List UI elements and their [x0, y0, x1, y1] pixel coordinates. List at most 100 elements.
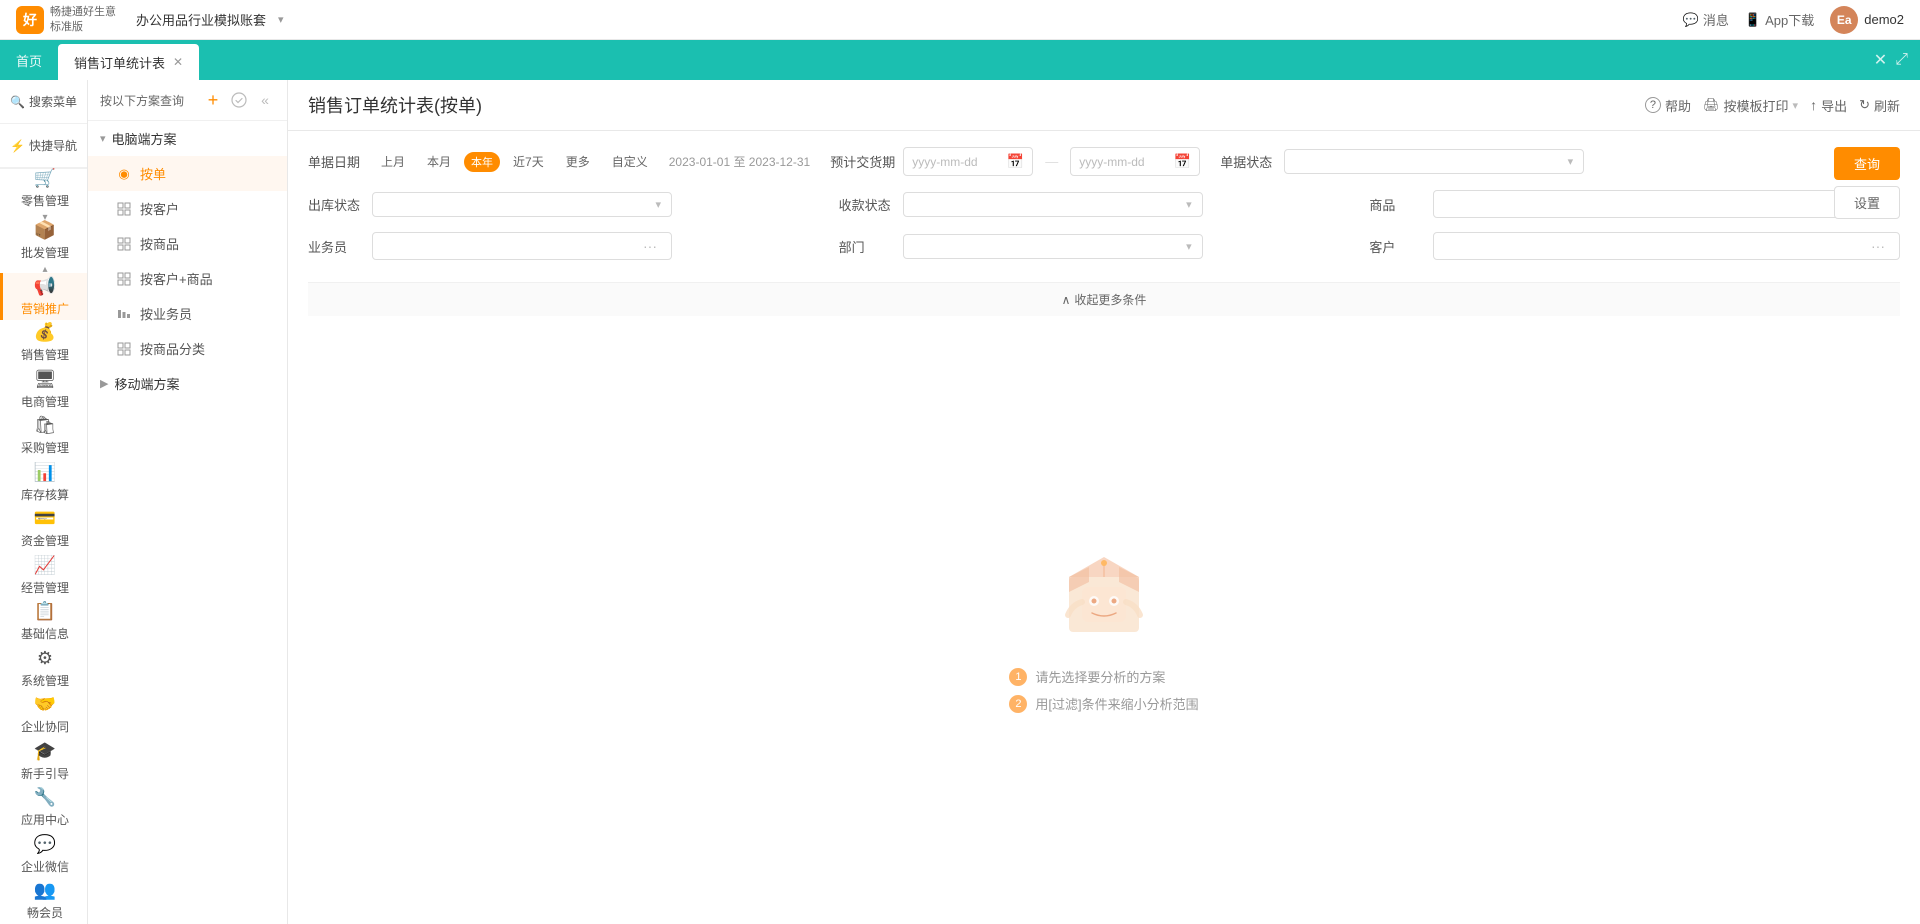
sidebar-item-sales[interactable]: 💰 销售管理 — [0, 320, 87, 367]
department-select[interactable]: ▾ — [903, 234, 1203, 259]
date-btn-this-year[interactable]: 本年 — [464, 152, 500, 172]
goods-input[interactable]: ··· — [1433, 190, 1900, 218]
salesperson-more-icon[interactable]: ··· — [639, 238, 661, 254]
delivery-date-label: 预计交货期 — [830, 152, 895, 171]
tab-expand-icon[interactable]: ⤢ — [1895, 51, 1908, 69]
system-icon: ⚙ — [37, 648, 53, 669]
scheme-item-by-goods[interactable]: 按商品 — [88, 226, 287, 261]
sidebar-item-inventory[interactable]: 📊 库存核算 — [0, 459, 87, 506]
empty-state: 1 请先选择要分析的方案 2 用[过滤]条件来缩小分析范围 — [288, 316, 1920, 924]
finance-icon: 💳 — [34, 508, 56, 529]
sidebar-item-quick-nav[interactable]: ⚡ 快捷导航 — [0, 124, 87, 168]
page-header-actions: ? 帮助 🖨 按模板打印 ▾ ↑ 导出 ↻ — [1645, 96, 1900, 115]
app-download-button[interactable]: 📱 App下载 — [1745, 10, 1814, 29]
query-button[interactable]: 查询 — [1834, 147, 1900, 180]
scheme-group-desktop-header[interactable]: ▾ 电脑端方案 — [88, 121, 287, 156]
export-button[interactable]: ↑ 导出 — [1810, 96, 1847, 115]
collapse-bar[interactable]: ∧ 收起更多条件 — [308, 282, 1900, 316]
print-dropdown-icon[interactable]: ▾ — [1793, 99, 1799, 112]
doc-status-label: 单据状态 — [1220, 152, 1276, 171]
retail-icon: 🛒 — [34, 168, 56, 189]
filter-rows: 单据日期 上月 本月 本年 近7天 更多 自定义 2023-01-01 至 20… — [308, 147, 1900, 282]
filter-doc-status-group: 单据状态 ▾ — [1220, 149, 1900, 174]
scheme-by-customer-goods-icon — [116, 271, 132, 287]
scheme-item-by-customer[interactable]: 按客户 — [88, 191, 287, 226]
date-btn-last-month[interactable]: 上月 — [372, 149, 414, 174]
date-btn-this-month[interactable]: 本月 — [418, 149, 460, 174]
main-layout: 🔍 搜索菜单 ⚡ 快捷导航 🛒 零售管理 ▾ 📦 批发管理 ▴ 📢 营销推广 💰… — [0, 80, 1920, 924]
sidebar-item-system[interactable]: ⚙ 系统管理 — [0, 645, 87, 692]
collapse-panel-button[interactable]: « — [255, 90, 275, 110]
inventory-icon: 📊 — [34, 462, 56, 483]
sidebar-item-member[interactable]: 👥 畅会员 — [0, 878, 87, 924]
basic-info-icon: 📋 — [34, 601, 56, 622]
scheme-item-by-order[interactable]: ◉ 按单 — [88, 156, 287, 191]
scheme-item-by-salesperson[interactable]: 按业务员 — [88, 296, 287, 331]
date-btn-custom[interactable]: 自定义 — [603, 149, 657, 174]
payment-status-label: 收款状态 — [839, 195, 895, 214]
filter-goods-group: 商品 ··· — [1369, 190, 1900, 218]
tab-sales-order-stats[interactable]: 销售订单统计表 ✕ — [58, 44, 199, 80]
customer-more-icon[interactable]: ··· — [1867, 238, 1889, 254]
calendar-end-icon[interactable]: 📅 — [1174, 153, 1191, 170]
scheme-item-by-goods-category[interactable]: 按商品分类 — [88, 331, 287, 366]
scheme-group-desktop: ▾ 电脑端方案 ◉ 按单 按客户 — [88, 121, 287, 366]
refresh-button[interactable]: ↻ 刷新 — [1859, 96, 1900, 115]
member-icon: 👥 — [34, 880, 56, 901]
message-button[interactable]: 💬 消息 — [1683, 10, 1729, 29]
newbie-icon: 🎓 — [34, 741, 56, 762]
left-panel-header: 按以下方案查询 + « — [88, 80, 287, 121]
filter-date-group: 单据日期 上月 本月 本年 近7天 更多 自定义 2023-01-01 至 20… — [308, 149, 810, 174]
sidebar-item-enterprise-wechat[interactable]: 💬 企业微信 — [0, 831, 87, 878]
doc-status-dropdown-icon: ▾ — [1568, 155, 1574, 168]
scheme-group-mobile-header[interactable]: ▶ 移动端方案 — [88, 366, 287, 401]
filter-delivery-date-group: 预计交货期 yyyy-mm-dd 📅 — yyyy-mm-dd 📅 — [830, 147, 1200, 176]
tab-close-icon[interactable]: ✕ — [173, 55, 183, 69]
scheme-item-by-customer-goods[interactable]: 按客户+商品 — [88, 261, 287, 296]
delivery-date-start-input[interactable]: yyyy-mm-dd 📅 — [903, 147, 1033, 176]
sidebar-item-cooperation[interactable]: 🤝 企业协同 — [0, 692, 87, 739]
doc-status-select[interactable]: ▾ — [1284, 149, 1584, 174]
template-print-button[interactable]: 🖨 按模板打印 ▾ — [1703, 96, 1798, 115]
avatar: Ea — [1830, 6, 1858, 34]
sidebar-item-retail[interactable]: 🛒 零售管理 ▾ — [0, 169, 87, 221]
edit-scheme-button[interactable] — [229, 90, 249, 110]
content-area: 按以下方案查询 + « ▾ 电脑端方案 — [88, 80, 1920, 924]
sidebar-item-newbie[interactable]: 🎓 新手引导 — [0, 738, 87, 785]
customer-label: 客户 — [1369, 237, 1425, 256]
tab-home[interactable]: 首页 — [0, 40, 58, 80]
sidebar-item-search[interactable]: 🔍 搜索菜单 — [0, 80, 87, 124]
help-button[interactable]: ? 帮助 — [1645, 96, 1691, 115]
sidebar: 🔍 搜索菜单 ⚡ 快捷导航 🛒 零售管理 ▾ 📦 批发管理 ▴ 📢 营销推广 💰… — [0, 80, 88, 924]
sidebar-item-finance[interactable]: 💳 资金管理 — [0, 506, 87, 553]
date-btn-last-7days[interactable]: 近7天 — [504, 149, 553, 174]
marketing-icon: 📢 — [34, 276, 56, 297]
sidebar-item-operation[interactable]: 📈 经营管理 — [0, 552, 87, 599]
app-title-dropdown-icon[interactable]: ▾ — [278, 13, 284, 26]
sidebar-item-purchase[interactable]: 🛍 采购管理 — [0, 413, 87, 460]
sidebar-item-app-center[interactable]: 🔧 应用中心 — [0, 785, 87, 832]
settings-button[interactable]: 设置 — [1834, 186, 1900, 219]
customer-input[interactable]: ··· — [1433, 232, 1900, 260]
delivery-status-select[interactable]: ▾ — [372, 192, 672, 217]
date-range-text: 2023-01-01 至 2023-12-31 — [669, 153, 810, 170]
user-area[interactable]: Ea demo2 — [1830, 6, 1904, 34]
date-btn-more[interactable]: 更多 — [557, 149, 599, 174]
left-panel: 按以下方案查询 + « ▾ 电脑端方案 — [88, 80, 288, 924]
page-container: 按以下方案查询 + « ▾ 电脑端方案 — [88, 80, 1920, 924]
empty-tip-1: 1 请先选择要分析的方案 — [1009, 667, 1198, 686]
payment-status-select[interactable]: ▾ — [903, 192, 1203, 217]
salesperson-input[interactable]: ··· — [372, 232, 672, 260]
sidebar-item-ecommerce[interactable]: 🖥 电商管理 — [0, 366, 87, 413]
delivery-date-end-input[interactable]: yyyy-mm-dd 📅 — [1070, 147, 1200, 176]
sidebar-item-basic-info[interactable]: 📋 基础信息 — [0, 599, 87, 646]
calendar-start-icon[interactable]: 📅 — [1007, 153, 1024, 170]
sidebar-item-wholesale[interactable]: 📦 批发管理 ▴ — [0, 221, 87, 273]
add-scheme-button[interactable]: + — [203, 90, 223, 110]
tab-close-all-icon[interactable]: ✕ — [1874, 50, 1887, 70]
empty-illustration — [1044, 527, 1164, 647]
expand-arrow-icon: ▾ — [100, 132, 106, 145]
sidebar-item-marketing[interactable]: 📢 营销推广 — [0, 273, 87, 320]
app-center-icon: 🔧 — [34, 787, 56, 808]
empty-tip-2: 2 用[过滤]条件来缩小分析范围 — [1009, 694, 1198, 713]
